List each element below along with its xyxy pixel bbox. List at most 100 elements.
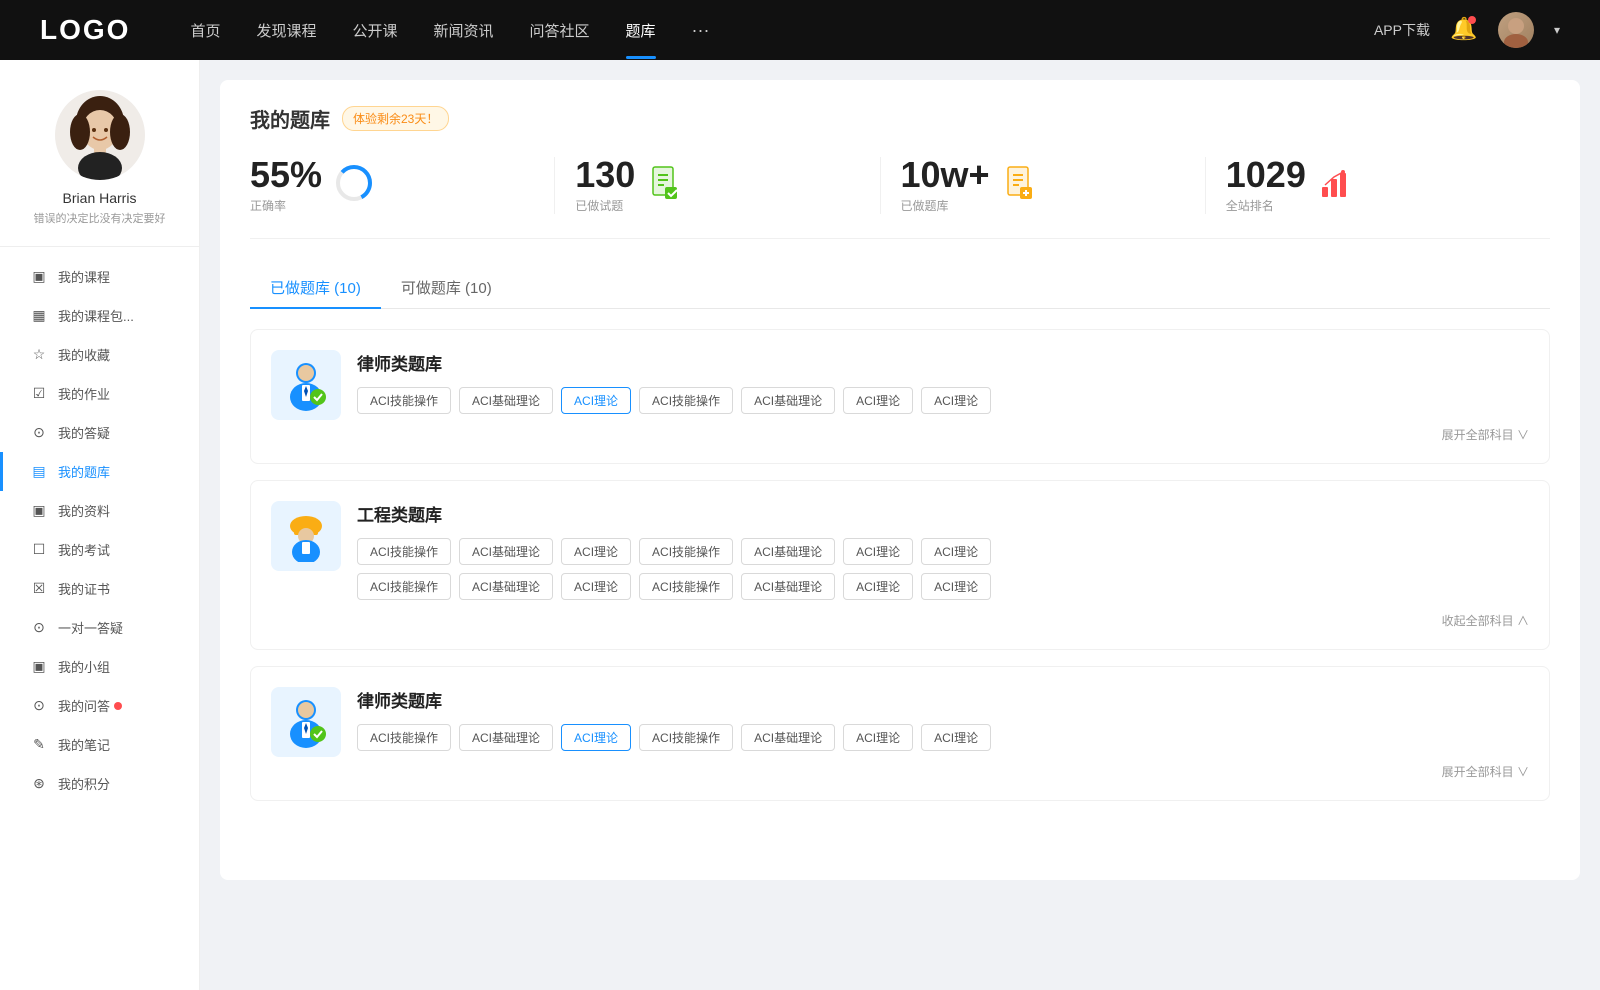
sidebar-item-qbank[interactable]: ▤ 我的题库 (0, 452, 199, 491)
sidebar-item-points[interactable]: ⊛ 我的积分 (0, 764, 199, 803)
tag-1-6[interactable]: ACI理论 (843, 387, 913, 414)
tag-1-7[interactable]: ACI理论 (921, 387, 991, 414)
done-qbanks-number: 10w+ (901, 157, 990, 193)
tag-3-4[interactable]: ACI技能操作 (639, 724, 733, 751)
tag-2-9[interactable]: ACI基础理论 (459, 573, 553, 600)
done-questions-number: 130 (575, 157, 635, 193)
tags-row-3: ACI技能操作 ACI基础理论 ACI理论 ACI技能操作 ACI基础理论 AC… (357, 724, 1529, 751)
stat-done-questions-value: 130 已做试题 (575, 157, 635, 214)
qbank-header-3: 律师类题库 ACI技能操作 ACI基础理论 ACI理论 ACI技能操作 ACI基… (271, 687, 1529, 780)
tag-2-1[interactable]: ACI技能操作 (357, 538, 451, 565)
avatar-dropdown-caret[interactable]: ▾ (1554, 23, 1560, 37)
qbank-section-2: 工程类题库 ACI技能操作 ACI基础理论 ACI理论 ACI技能操作 ACI基… (250, 480, 1550, 650)
sidebar-item-label: 我的证书 (58, 579, 110, 598)
tag-2-6[interactable]: ACI理论 (843, 538, 913, 565)
sidebar-item-my-qa[interactable]: ⊙ 我的问答 (0, 686, 199, 725)
tag-1-5[interactable]: ACI基础理论 (741, 387, 835, 414)
homework-icon: ☑ (30, 385, 48, 402)
qbank-title-3: 律师类题库 (357, 687, 1529, 712)
tags-section-1: ACI技能操作 ACI基础理论 ACI理论 ACI技能操作 ACI基础理论 AC… (357, 387, 1529, 443)
sidebar-item-course[interactable]: ▣ 我的课程 (0, 257, 199, 296)
sidebar-item-profile[interactable]: ▣ 我的资料 (0, 491, 199, 530)
tag-3-7[interactable]: ACI理论 (921, 724, 991, 751)
sidebar-item-one-on-one[interactable]: ⊙ 一对一答疑 (0, 608, 199, 647)
sidebar-item-homework[interactable]: ☑ 我的作业 (0, 374, 199, 413)
logo[interactable]: LOGO (40, 14, 130, 46)
tag-3-1[interactable]: ACI技能操作 (357, 724, 451, 751)
qbank-content-2: 工程类题库 ACI技能操作 ACI基础理论 ACI理论 ACI技能操作 ACI基… (357, 501, 1529, 629)
tag-2-5[interactable]: ACI基础理论 (741, 538, 835, 565)
layout: Brian Harris 错误的决定比没有决定要好 ▣ 我的课程 ▦ 我的课程包… (0, 60, 1600, 990)
nav-home[interactable]: 首页 (190, 20, 220, 41)
tag-3-2[interactable]: ACI基础理论 (459, 724, 553, 751)
tags-footer-3: 展开全部科目 ∨ (357, 755, 1529, 780)
sidebar-item-label: 我的笔记 (58, 735, 110, 754)
sidebar-item-certificate[interactable]: ☒ 我的证书 (0, 569, 199, 608)
sidebar-item-group[interactable]: ▣ 我的小组 (0, 647, 199, 686)
sidebar-item-course-package[interactable]: ▦ 我的课程包... (0, 296, 199, 335)
nav-qa[interactable]: 问答社区 (530, 20, 590, 41)
tag-2-7[interactable]: ACI理论 (921, 538, 991, 565)
notes-icon: ✎ (30, 736, 48, 753)
tag-2-4[interactable]: ACI技能操作 (639, 538, 733, 565)
done-questions-label: 已做试题 (575, 197, 635, 214)
sidebar-item-label: 我的课程包... (58, 306, 134, 325)
profile-icon: ▣ (30, 502, 48, 519)
avatar[interactable] (1498, 12, 1534, 48)
rank-label: 全站排名 (1226, 197, 1306, 214)
nav-discover[interactable]: 发现课程 (256, 20, 316, 41)
course-icon: ▣ (30, 268, 48, 285)
qbank-icon: ▤ (30, 463, 48, 480)
tag-2-13[interactable]: ACI理论 (843, 573, 913, 600)
nav-news[interactable]: 新闻资讯 (434, 20, 494, 41)
stat-accuracy: 55% 正确率 (250, 157, 555, 214)
avatar-image (1498, 12, 1534, 48)
accuracy-icon (334, 163, 374, 208)
exam-icon: ☐ (30, 541, 48, 558)
app-download-button[interactable]: APP下载 (1374, 20, 1430, 40)
tag-3-6[interactable]: ACI理论 (843, 724, 913, 751)
tag-2-10[interactable]: ACI理论 (561, 573, 631, 600)
nav-qbank[interactable]: 题库 (626, 20, 656, 41)
tag-1-3[interactable]: ACI理论 (561, 387, 631, 414)
points-icon: ⊛ (30, 775, 48, 792)
nav-more[interactable]: ··· (692, 20, 710, 41)
tag-2-14[interactable]: ACI理论 (921, 573, 991, 600)
tag-3-3[interactable]: ACI理论 (561, 724, 631, 751)
tags-footer-1: 展开全部科目 ∨ (357, 418, 1529, 443)
sidebar-item-label: 我的作业 (58, 384, 110, 403)
collapse-link-2[interactable]: 收起全部科目 ∧ (1442, 612, 1529, 629)
tag-3-5[interactable]: ACI基础理论 (741, 724, 835, 751)
sidebar-item-qa[interactable]: ⊙ 我的答疑 (0, 413, 199, 452)
tag-2-11[interactable]: ACI技能操作 (639, 573, 733, 600)
profile-name: Brian Harris (63, 190, 137, 206)
qa-icon: ⊙ (30, 424, 48, 441)
tag-1-2[interactable]: ACI基础理论 (459, 387, 553, 414)
nav-menu: 首页 发现课程 公开课 新闻资讯 问答社区 题库 ··· (190, 20, 1374, 41)
rank-number: 1029 (1226, 157, 1306, 193)
sidebar-item-label: 我的收藏 (58, 345, 110, 364)
stat-rank: 1029 全站排名 (1226, 157, 1530, 214)
tab-available-qbank[interactable]: 可做题库 (10) (381, 267, 512, 308)
notification-bell[interactable]: 🔔 (1450, 16, 1478, 44)
nav-open-course[interactable]: 公开课 (352, 20, 397, 41)
stat-accuracy-value: 55% 正确率 (250, 157, 322, 214)
expand-link-3[interactable]: 展开全部科目 ∨ (1442, 763, 1529, 780)
qbank-content-1: 律师类题库 ACI技能操作 ACI基础理论 ACI理论 ACI技能操作 ACI基… (357, 350, 1529, 443)
tag-1-4[interactable]: ACI技能操作 (639, 387, 733, 414)
tag-2-12[interactable]: ACI基础理论 (741, 573, 835, 600)
tags-row-2b: ACI技能操作 ACI基础理论 ACI理论 ACI技能操作 ACI基础理论 AC… (357, 573, 1529, 600)
sidebar-menu: ▣ 我的课程 ▦ 我的课程包... ☆ 我的收藏 ☑ 我的作业 ⊙ 我的答疑 ▤… (0, 257, 199, 803)
tag-1-1[interactable]: ACI技能操作 (357, 387, 451, 414)
tab-done-qbank[interactable]: 已做题库 (10) (250, 267, 381, 308)
sidebar-item-favorites[interactable]: ☆ 我的收藏 (0, 335, 199, 374)
tag-2-3[interactable]: ACI理论 (561, 538, 631, 565)
expand-link-1[interactable]: 展开全部科目 ∨ (1442, 426, 1529, 443)
accuracy-label: 正确率 (250, 197, 322, 214)
tag-2-8[interactable]: ACI技能操作 (357, 573, 451, 600)
sidebar-item-notes[interactable]: ✎ 我的笔记 (0, 725, 199, 764)
tag-2-2[interactable]: ACI基础理论 (459, 538, 553, 565)
page-title: 我的题库 (250, 104, 330, 133)
sidebar-item-exam[interactable]: ☐ 我的考试 (0, 530, 199, 569)
qbank-section-1: 律师类题库 ACI技能操作 ACI基础理论 ACI理论 ACI技能操作 ACI基… (250, 329, 1550, 464)
